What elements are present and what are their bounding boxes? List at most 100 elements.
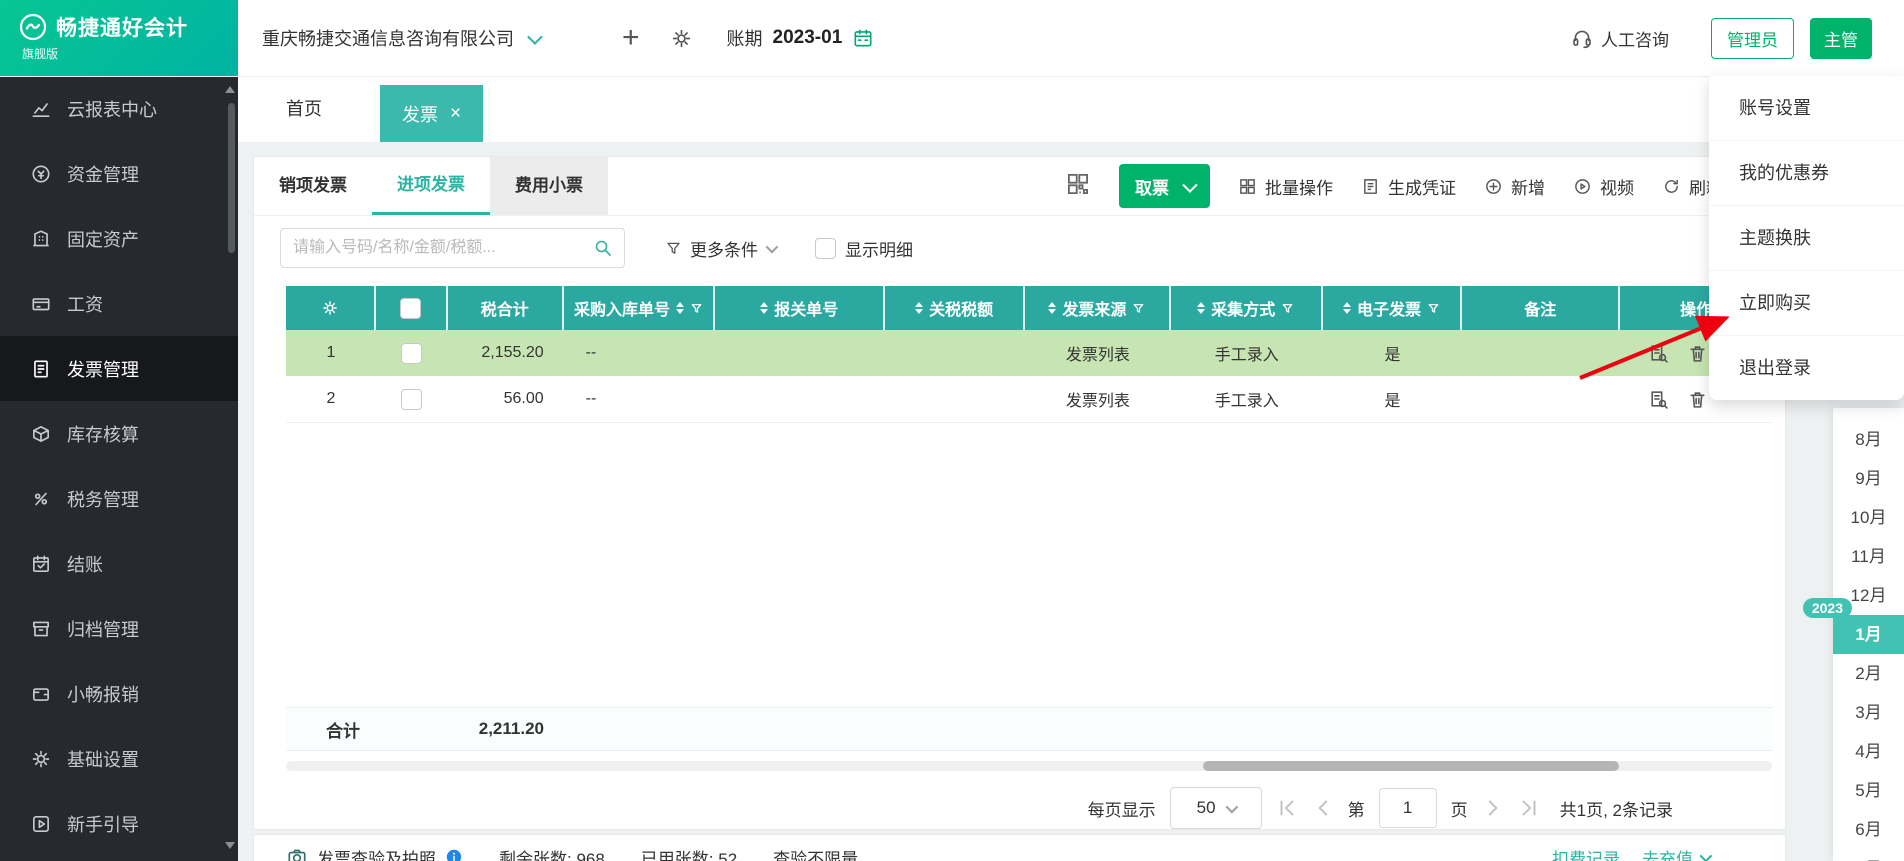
subtab-sales-invoice[interactable]: 销项发票 [254, 157, 372, 215]
admin-role-button[interactable]: 管理员 [1711, 17, 1794, 59]
month-item[interactable]: 9月 [1833, 459, 1904, 498]
col-customs-tax[interactable]: 关税税额 [885, 286, 1025, 330]
super-role-button[interactable]: 主管 [1810, 17, 1872, 59]
col-remark[interactable]: 备注 [1462, 286, 1621, 330]
settings-gear-button[interactable] [670, 27, 693, 50]
view-invoice-icon[interactable] [1648, 343, 1669, 364]
company-selector[interactable]: 重庆畅捷交通信息咨询有限公司 [262, 25, 592, 51]
view-invoice-icon[interactable] [1648, 389, 1669, 410]
month-item[interactable]: 3月 [1833, 693, 1904, 732]
guide-icon [30, 813, 52, 835]
add-account-button[interactable]: + [622, 23, 640, 53]
per-page-label: 每页显示 [1087, 800, 1156, 820]
show-detail-checkbox[interactable]: 显示明细 [815, 236, 913, 261]
next-page-button[interactable] [1482, 797, 1504, 819]
search-icon[interactable] [593, 238, 613, 258]
menu-item-theme-skin[interactable]: 主题换肤 [1709, 206, 1904, 271]
month-item[interactable]: 5月 [1833, 771, 1904, 810]
sort-icon[interactable] [915, 302, 924, 314]
menu-item-logout[interactable]: 退出登录 [1709, 336, 1904, 400]
closing-icon [30, 553, 52, 575]
sidebar-item-funds[interactable]: 资金管理 [0, 141, 238, 206]
sort-icon[interactable] [760, 302, 769, 314]
subtab-expense-receipt[interactable]: 费用小票 [490, 157, 608, 215]
month-item-active[interactable]: 1月 [1833, 615, 1904, 654]
consult-button[interactable]: 人工咨询 [1571, 26, 1669, 51]
column-settings[interactable] [286, 286, 376, 330]
menu-item-my-coupons[interactable]: 我的优惠券 [1709, 141, 1904, 206]
horizontal-scrollbar-thumb[interactable] [1203, 761, 1619, 771]
horizontal-scrollbar[interactable] [286, 761, 1772, 771]
row-checkbox[interactable] [401, 342, 423, 364]
add-new-button[interactable]: 新增 [1484, 174, 1545, 199]
sidebar-item-inventory[interactable]: 库存核算 [0, 401, 238, 466]
month-item[interactable]: 8月 [1833, 420, 1904, 459]
page-number-input[interactable] [1378, 788, 1437, 828]
sidebar-item-cloud-report[interactable]: 云报表中心 [0, 76, 238, 141]
filter-funnel-icon[interactable] [690, 302, 703, 315]
sidebar-item-salary[interactable]: 工资 [0, 271, 238, 336]
generate-voucher-button[interactable]: 生成凭证 [1361, 174, 1456, 199]
sidebar-item-guide[interactable]: 新手引导 [0, 791, 238, 856]
select-all-checkbox[interactable] [400, 297, 422, 319]
month-item[interactable]: 10月 [1833, 498, 1904, 537]
fee-record-link[interactable]: 扣费记录 [1552, 845, 1620, 861]
col-purchase-no[interactable]: 采购入库单号 [564, 286, 716, 330]
filter-row: 更多条件 显示明细 [254, 216, 1785, 280]
menu-item-buy-now[interactable]: 立即购买 [1709, 271, 1904, 336]
qr-scan-button[interactable] [1065, 171, 1091, 202]
tab-home[interactable]: 首页 [258, 76, 350, 142]
sidebar-item-reimburse[interactable]: 小畅报销 [0, 661, 238, 726]
month-item[interactable]: 4月 [1833, 732, 1904, 771]
prev-page-button[interactable] [1312, 797, 1334, 819]
col-customs-no[interactable]: 报关单号 [715, 286, 886, 330]
first-page-button[interactable] [1276, 797, 1298, 819]
col-e-invoice[interactable]: 电子发票 [1323, 286, 1463, 330]
unlimited-label: 查验不限量 [773, 849, 859, 861]
filter-funnel-icon[interactable] [1281, 302, 1294, 315]
sort-icon[interactable] [1342, 302, 1351, 314]
sidebar-scrollbar-thumb[interactable] [228, 103, 235, 253]
month-item[interactable]: 7月 [1833, 849, 1904, 861]
col-collect-method[interactable]: 采集方式 [1171, 286, 1323, 330]
month-item[interactable]: 6月 [1833, 810, 1904, 849]
fetch-invoice-label: 取票 [1135, 178, 1169, 198]
last-page-button[interactable] [1518, 797, 1540, 819]
invoice-check-feature[interactable]: 发票查验及拍照 [286, 845, 463, 861]
sidebar-item-invoice[interactable]: 发票管理 [0, 336, 238, 401]
sidebar-scroll-up-icon[interactable] [225, 86, 235, 93]
search-input[interactable] [280, 228, 625, 268]
sort-icon[interactable] [676, 302, 685, 314]
col-source[interactable]: 发票来源 [1025, 286, 1171, 330]
fetch-invoice-button[interactable]: 取票 [1119, 164, 1210, 208]
row-checkbox[interactable] [401, 388, 423, 410]
col-tax-total[interactable]: 税合计 [448, 286, 564, 330]
recharge-link[interactable]: 去充值 [1642, 845, 1713, 861]
filter-funnel-icon[interactable] [1427, 302, 1440, 315]
sidebar-item-tax[interactable]: 税务管理 [0, 466, 238, 531]
sidebar-item-closing[interactable]: 结账 [0, 531, 238, 596]
sort-icon[interactable] [1197, 302, 1206, 314]
cell-e-invoice: 是 [1384, 393, 1401, 410]
info-icon[interactable] [445, 848, 463, 861]
period-selector[interactable]: 账期 2023-01 [727, 25, 875, 51]
month-item[interactable]: 2月 [1833, 654, 1904, 693]
menu-item-account-settings[interactable]: 账号设置 [1709, 76, 1904, 141]
filter-funnel-icon[interactable] [1132, 302, 1145, 315]
delete-invoice-icon[interactable] [1687, 343, 1708, 364]
month-item[interactable]: 11月 [1833, 537, 1904, 576]
tab-invoice[interactable]: 发票 × [380, 85, 484, 142]
per-page-select[interactable]: 50 [1169, 787, 1262, 829]
chevron-down-icon [527, 28, 543, 45]
sidebar-item-settings[interactable]: 基础设置 [0, 726, 238, 791]
sidebar-item-fixed-assets[interactable]: 固定资产 [0, 206, 238, 271]
sidebar-scroll-down-icon[interactable] [225, 842, 235, 849]
video-help-button[interactable]: 视频 [1573, 174, 1634, 199]
more-filters-button[interactable]: 更多条件 [665, 236, 779, 261]
tab-close-icon[interactable]: × [450, 104, 461, 123]
delete-invoice-icon[interactable] [1687, 389, 1708, 410]
batch-operation-button[interactable]: 批量操作 [1238, 174, 1333, 199]
sort-icon[interactable] [1048, 302, 1057, 314]
subtab-purchase-invoice[interactable]: 进项发票 [372, 157, 490, 215]
sidebar-item-archive[interactable]: 归档管理 [0, 596, 238, 661]
